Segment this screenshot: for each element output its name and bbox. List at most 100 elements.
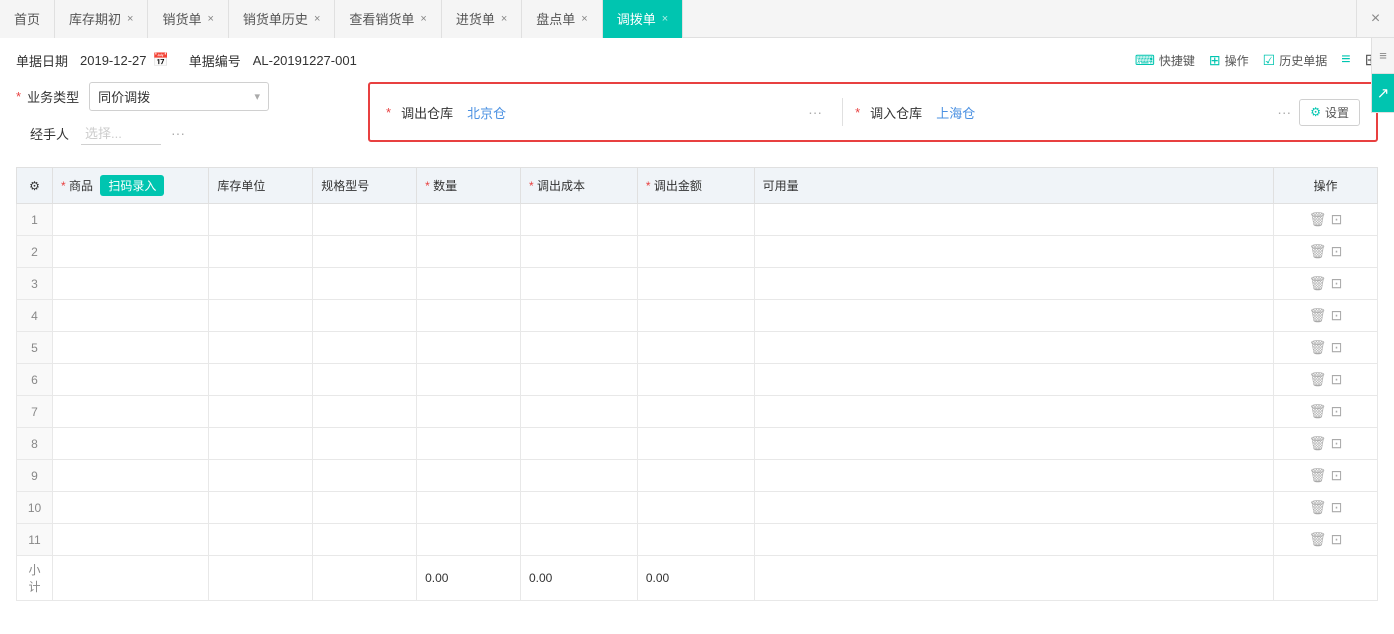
tab-inventory-init[interactable]: 库存期初 × bbox=[55, 0, 148, 38]
copy-icon[interactable]: ⊡ bbox=[1331, 243, 1343, 259]
tab-home[interactable]: 首页 bbox=[0, 0, 55, 38]
copy-icon[interactable]: ⊡ bbox=[1331, 531, 1343, 547]
cell-qty[interactable] bbox=[417, 460, 521, 492]
delete-icon[interactable]: 🗑 bbox=[1309, 467, 1327, 483]
cell-cost[interactable] bbox=[520, 204, 637, 236]
cell-qty[interactable] bbox=[417, 428, 521, 460]
cell-amount[interactable] bbox=[637, 204, 754, 236]
cell-qty[interactable] bbox=[417, 396, 521, 428]
tab-view-sales[interactable]: 查看销货单 × bbox=[335, 0, 441, 38]
delete-icon[interactable]: 🗑 bbox=[1309, 531, 1327, 547]
view-toggle-list[interactable]: ≡ bbox=[1341, 51, 1350, 69]
cell-cost[interactable] bbox=[520, 524, 637, 556]
delete-icon[interactable]: 🗑 bbox=[1309, 499, 1327, 515]
delete-icon[interactable]: 🗑 bbox=[1309, 371, 1327, 387]
cell-product[interactable] bbox=[53, 364, 209, 396]
cell-cost[interactable] bbox=[520, 332, 637, 364]
cell-amount[interactable] bbox=[637, 428, 754, 460]
person-select[interactable]: 选择... bbox=[81, 121, 161, 145]
warehouse-out-more-icon[interactable]: ··· bbox=[808, 104, 830, 120]
warehouse-in-value[interactable]: 上海仓 bbox=[936, 103, 975, 122]
cell-cost[interactable] bbox=[520, 268, 637, 300]
cell-cost[interactable] bbox=[520, 300, 637, 332]
cell-product[interactable] bbox=[53, 428, 209, 460]
cell-amount[interactable] bbox=[637, 268, 754, 300]
cell-cost[interactable] bbox=[520, 492, 637, 524]
settings-button[interactable]: ⚙ 设置 bbox=[1299, 99, 1360, 126]
sidebar-link-icon[interactable]: ↗ bbox=[1372, 74, 1394, 113]
cell-qty[interactable] bbox=[417, 492, 521, 524]
cell-product[interactable] bbox=[53, 492, 209, 524]
cell-cost[interactable] bbox=[520, 236, 637, 268]
sidebar-list-icon[interactable]: ≡ bbox=[1372, 38, 1394, 74]
cell-amount[interactable] bbox=[637, 332, 754, 364]
warehouse-out-value[interactable]: 北京仓 bbox=[467, 103, 506, 122]
cell-product[interactable] bbox=[53, 460, 209, 492]
close-icon[interactable]: × bbox=[127, 13, 133, 25]
delete-icon[interactable]: 🗑 bbox=[1309, 243, 1327, 259]
operations-button[interactable]: ⊞ 操作 bbox=[1209, 52, 1249, 69]
delete-icon[interactable]: 🗑 bbox=[1309, 403, 1327, 419]
copy-icon[interactable]: ⊡ bbox=[1331, 339, 1343, 355]
biz-type-select[interactable]: 同价调拨 ▾ bbox=[89, 82, 269, 111]
copy-icon[interactable]: ⊡ bbox=[1331, 211, 1343, 227]
copy-icon[interactable]: ⊡ bbox=[1331, 371, 1343, 387]
warehouse-in-more-icon[interactable]: ··· bbox=[1277, 104, 1299, 120]
cell-amount[interactable] bbox=[637, 492, 754, 524]
cell-amount[interactable] bbox=[637, 460, 754, 492]
copy-icon[interactable]: ⊡ bbox=[1331, 467, 1343, 483]
cell-available bbox=[754, 428, 1273, 460]
copy-icon[interactable]: ⊡ bbox=[1331, 307, 1343, 323]
delete-icon[interactable]: 🗑 bbox=[1309, 307, 1327, 323]
col-gear[interactable]: ⚙ bbox=[17, 168, 53, 204]
cell-qty[interactable] bbox=[417, 204, 521, 236]
copy-icon[interactable]: ⊡ bbox=[1331, 275, 1343, 291]
cell-product[interactable] bbox=[53, 268, 209, 300]
delete-icon[interactable]: 🗑 bbox=[1309, 435, 1327, 451]
delete-icon[interactable]: 🗑 bbox=[1309, 211, 1327, 227]
tab-bar-close-button[interactable]: × bbox=[1356, 0, 1394, 38]
tab-purchase-order[interactable]: 进货单 × bbox=[442, 0, 522, 38]
cell-cost[interactable] bbox=[520, 428, 637, 460]
cell-product[interactable] bbox=[53, 204, 209, 236]
close-icon[interactable]: × bbox=[420, 13, 426, 25]
cell-cost[interactable] bbox=[520, 396, 637, 428]
close-icon[interactable]: × bbox=[501, 13, 507, 25]
close-icon[interactable]: × bbox=[314, 13, 320, 25]
cell-amount[interactable] bbox=[637, 300, 754, 332]
cell-product[interactable] bbox=[53, 300, 209, 332]
cell-amount[interactable] bbox=[637, 364, 754, 396]
cell-amount[interactable] bbox=[637, 396, 754, 428]
tab-inventory-count[interactable]: 盘点单 × bbox=[522, 0, 602, 38]
cell-qty[interactable] bbox=[417, 300, 521, 332]
scan-entry-button[interactable]: 扫码录入 bbox=[100, 175, 164, 196]
cell-product[interactable] bbox=[53, 396, 209, 428]
calendar-icon[interactable]: 📅 bbox=[153, 52, 169, 68]
cell-cost[interactable] bbox=[520, 460, 637, 492]
person-more-icon[interactable]: ··· bbox=[171, 125, 185, 141]
copy-icon[interactable]: ⊡ bbox=[1331, 499, 1343, 515]
close-icon[interactable]: × bbox=[207, 13, 213, 25]
delete-icon[interactable]: 🗑 bbox=[1309, 339, 1327, 355]
cell-qty[interactable] bbox=[417, 268, 521, 300]
delete-icon[interactable]: 🗑 bbox=[1309, 275, 1327, 291]
history-button[interactable]: ☑ 历史单据 bbox=[1263, 52, 1328, 69]
cell-qty[interactable] bbox=[417, 524, 521, 556]
cell-cost[interactable] bbox=[520, 364, 637, 396]
close-icon[interactable]: × bbox=[662, 13, 668, 25]
cell-amount[interactable] bbox=[637, 524, 754, 556]
tab-sales-order[interactable]: 销货单 × bbox=[148, 0, 228, 38]
close-icon[interactable]: × bbox=[581, 13, 587, 25]
cell-product[interactable] bbox=[53, 236, 209, 268]
tab-sales-history[interactable]: 销货单历史 × bbox=[229, 0, 335, 38]
cell-qty[interactable] bbox=[417, 364, 521, 396]
cell-amount[interactable] bbox=[637, 236, 754, 268]
cell-qty[interactable] bbox=[417, 332, 521, 364]
cell-product[interactable] bbox=[53, 524, 209, 556]
copy-icon[interactable]: ⊡ bbox=[1331, 435, 1343, 451]
cell-qty[interactable] bbox=[417, 236, 521, 268]
cell-product[interactable] bbox=[53, 332, 209, 364]
shortcut-button[interactable]: ⌨ 快捷键 bbox=[1135, 52, 1195, 69]
tab-transfer-order[interactable]: 调拨单 × bbox=[603, 0, 683, 38]
copy-icon[interactable]: ⊡ bbox=[1331, 403, 1343, 419]
